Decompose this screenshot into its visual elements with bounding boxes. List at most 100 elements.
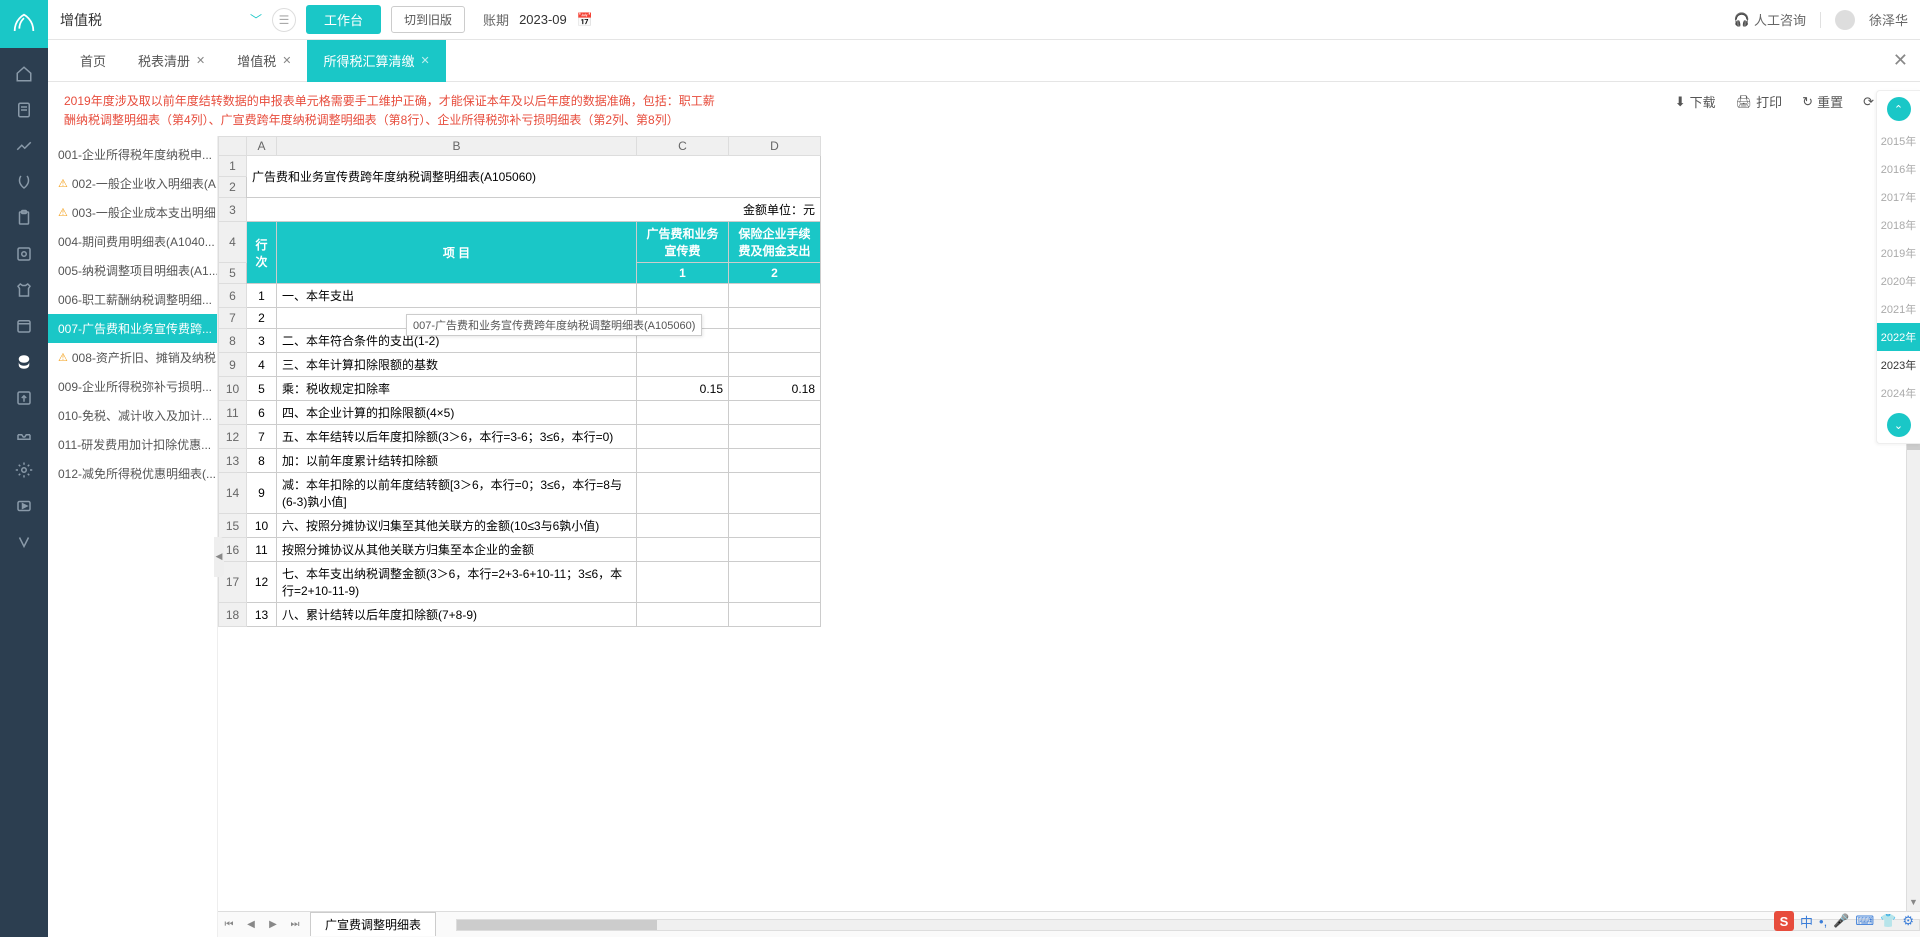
cell-value-d[interactable] — [729, 329, 821, 353]
ime-mic-icon[interactable]: 🎤 — [1833, 913, 1849, 929]
year-item[interactable]: 2022年 — [1877, 323, 1920, 351]
cell-item[interactable]: 四、本企业计算的扣除限额(4×5) — [277, 401, 637, 425]
cell-item[interactable]: 八、累计结转以后年度扣除额(7+8-9) — [277, 603, 637, 627]
cell-rownum[interactable]: 11 — [247, 538, 277, 562]
download-button[interactable]: ⬇下载 — [1675, 92, 1716, 111]
year-item[interactable]: 2019年 — [1877, 239, 1920, 267]
nav-doc-icon[interactable] — [0, 92, 48, 128]
cell-value-c[interactable] — [637, 538, 729, 562]
row-header[interactable]: 1 — [219, 156, 247, 177]
nav-tax-icon[interactable] — [0, 344, 48, 380]
year-item[interactable]: 2024年 — [1877, 379, 1920, 407]
cell-item[interactable]: 三、本年计算扣除限额的基数 — [277, 353, 637, 377]
form-list-item[interactable]: 009-企业所得税弥补亏损明... — [48, 372, 217, 401]
year-item[interactable]: 2018年 — [1877, 211, 1920, 239]
nav-inbox-icon[interactable] — [0, 416, 48, 452]
form-list-item[interactable]: 011-研发费用加计扣除优惠... — [48, 430, 217, 459]
cell-value-c[interactable] — [637, 514, 729, 538]
form-list-item[interactable]: 012-减免所得税优惠明细表(... — [48, 459, 217, 488]
cell-item[interactable]: 减：本年扣除的以前年度结转额[3＞6，本行=0；3≤6，本行=8与(6-3)孰小… — [277, 473, 637, 514]
ime-skin-icon[interactable]: 👕 — [1880, 913, 1896, 929]
nav-scan-icon[interactable] — [0, 236, 48, 272]
consult-link[interactable]: 🎧人工咨询 — [1734, 10, 1806, 29]
form-list-item[interactable]: 005-纳税调整项目明细表(A1... — [48, 256, 217, 285]
sheet-nav-prev-icon[interactable]: ◀ — [240, 914, 262, 936]
cell-item[interactable]: 按照分摊协议从其他关联方归集至本企业的金额 — [277, 538, 637, 562]
ime-keyboard-icon[interactable]: ⌨ — [1855, 913, 1874, 929]
print-button[interactable]: 🖨打印 — [1736, 92, 1783, 111]
cell-rownum[interactable]: 9 — [247, 473, 277, 514]
cell-value-d[interactable] — [729, 449, 821, 473]
cell-value-c[interactable]: 0.15 — [637, 377, 729, 401]
ime-punct[interactable]: •, — [1819, 914, 1827, 929]
cell-value-c[interactable] — [637, 562, 729, 603]
cell-item[interactable]: 六、按照分摊协议归集至其他关联方的金额(10≤3与6孰小值) — [277, 514, 637, 538]
tab-close-icon[interactable]: ✕ — [421, 54, 430, 67]
row-header[interactable]: 7 — [219, 308, 247, 329]
cell-value-c[interactable] — [637, 401, 729, 425]
row-header[interactable]: 11 — [219, 401, 247, 425]
cell-value-d[interactable] — [729, 401, 821, 425]
row-header[interactable]: 13 — [219, 449, 247, 473]
cell-value-d[interactable] — [729, 603, 821, 627]
nav-calendar-icon[interactable] — [0, 308, 48, 344]
cell-value-d[interactable]: 0.18 — [729, 377, 821, 401]
scroll-thumb-h[interactable] — [457, 920, 657, 930]
row-header[interactable]: 2 — [219, 177, 247, 198]
user-avatar-icon[interactable] — [1835, 10, 1855, 30]
doc-circle-button[interactable]: ☰ — [272, 8, 296, 32]
cell-value-c[interactable] — [637, 284, 729, 308]
col-header-C[interactable]: C — [637, 137, 729, 156]
sheet-nav-last-icon[interactable]: ⏭ — [284, 914, 306, 936]
tab-1[interactable]: 税表清册✕ — [122, 40, 221, 82]
nav-home-icon[interactable] — [0, 56, 48, 92]
year-item[interactable]: 2023年 — [1877, 351, 1920, 379]
cell-value-d[interactable] — [729, 284, 821, 308]
tab-2[interactable]: 增值税✕ — [221, 40, 307, 82]
reset-button[interactable]: ↻重置 — [1802, 92, 1843, 111]
form-list-item[interactable]: ⚠003-一般企业成本支出明细... — [48, 198, 217, 227]
cell-value-d[interactable] — [729, 308, 821, 329]
corner-cell[interactable] — [219, 137, 247, 156]
ime-settings-icon[interactable]: ⚙ — [1902, 913, 1914, 929]
row-header[interactable]: 8 — [219, 329, 247, 353]
row-header[interactable]: 3 — [219, 198, 247, 222]
nav-chart-icon[interactable] — [0, 128, 48, 164]
tab-0[interactable]: 首页 — [64, 40, 122, 82]
ime-lang[interactable]: 中 — [1800, 912, 1813, 931]
year-down-button[interactable]: ⌄ — [1887, 413, 1911, 437]
nav-export-icon[interactable] — [0, 380, 48, 416]
form-list-item[interactable]: 001-企业所得税年度纳税申... — [48, 140, 217, 169]
sheet-tab[interactable]: 广宣费调整明细表 — [310, 912, 436, 936]
form-list-item[interactable]: 010-免税、减计收入及加计... — [48, 401, 217, 430]
cell-rownum[interactable]: 5 — [247, 377, 277, 401]
year-item[interactable]: 2017年 — [1877, 183, 1920, 211]
cell-rownum[interactable]: 1 — [247, 284, 277, 308]
cell-value-d[interactable] — [729, 353, 821, 377]
calendar-icon[interactable]: 📅 — [577, 12, 593, 28]
col-header-D[interactable]: D — [729, 137, 821, 156]
row-header[interactable]: 12 — [219, 425, 247, 449]
close-all-tabs-icon[interactable]: ✕ — [1893, 50, 1908, 71]
breadcrumb-chevron-icon[interactable]: ﹀ — [250, 11, 262, 28]
cell-value-c[interactable] — [637, 353, 729, 377]
form-list-item[interactable]: ⚠002-一般企业收入明细表(A... — [48, 169, 217, 198]
cell-value-d[interactable] — [729, 562, 821, 603]
cell-value-d[interactable] — [729, 514, 821, 538]
row-header[interactable]: 9 — [219, 353, 247, 377]
cell-rownum[interactable]: 10 — [247, 514, 277, 538]
year-item[interactable]: 2016年 — [1877, 155, 1920, 183]
username[interactable]: 徐泽华 — [1869, 10, 1908, 29]
switch-old-button[interactable]: 切到旧版 — [391, 6, 465, 33]
cell-item[interactable]: 一、本年支出 — [277, 284, 637, 308]
nav-money-icon[interactable] — [0, 164, 48, 200]
year-item[interactable]: 2020年 — [1877, 267, 1920, 295]
cell-value-d[interactable] — [729, 538, 821, 562]
cell-value-c[interactable] — [637, 425, 729, 449]
cell-item[interactable]: 加：以前年度累计结转扣除额 — [277, 449, 637, 473]
workbench-button[interactable]: 工作台 — [306, 5, 381, 34]
form-list-item[interactable]: 004-期间费用明细表(A1040... — [48, 227, 217, 256]
horizontal-scrollbar[interactable] — [456, 919, 1920, 931]
form-list-item[interactable]: 006-职工薪酬纳税调整明细... — [48, 285, 217, 314]
nav-settings-icon[interactable] — [0, 452, 48, 488]
